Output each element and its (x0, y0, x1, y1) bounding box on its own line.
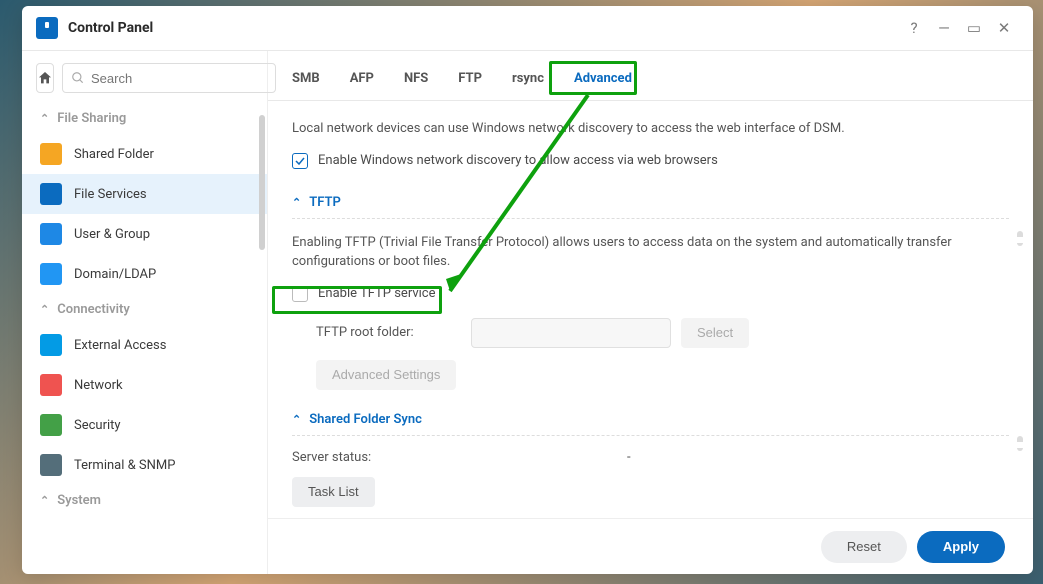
ws-discovery-checkbox-label: Enable Windows network discovery to allo… (318, 153, 718, 168)
sidebar-item-external-access[interactable]: External Access (22, 325, 267, 365)
chevron-icon: ⌃ (40, 303, 49, 316)
search-input[interactable] (91, 71, 267, 86)
ws-discovery-desc: Local network devices can use Windows ne… (292, 119, 1009, 139)
sidebar-section-header[interactable]: ⌃ Connectivity (22, 294, 267, 325)
section-tftp[interactable]: ⌃ TFTP (292, 185, 1009, 219)
home-button[interactable] (36, 63, 54, 93)
reset-button[interactable]: Reset (821, 531, 907, 563)
sidebar-section-header[interactable]: ⌃ System (22, 485, 267, 516)
sidebar-item-security[interactable]: Security (22, 405, 267, 445)
tftp-advanced-settings-button[interactable]: Advanced Settings (316, 360, 456, 390)
domain-ldap-icon (40, 263, 62, 285)
sidebar-item-shared-folder[interactable]: Shared Folder (22, 134, 267, 174)
external-access-icon (40, 334, 62, 356)
window-title: Control Panel (68, 20, 153, 36)
security-icon (40, 414, 62, 436)
tftp-root-input[interactable] (471, 318, 671, 348)
tab-nfs[interactable]: NFS (404, 71, 428, 100)
apply-button[interactable]: Apply (917, 531, 1005, 563)
content-scrollbar-track (1017, 436, 1023, 451)
tftp-select-button[interactable]: Select (681, 318, 749, 348)
network-icon (40, 374, 62, 396)
tftp-root-label: TFTP root folder: (316, 325, 471, 340)
search-box[interactable] (62, 63, 276, 93)
user-group-icon (40, 223, 62, 245)
checkbox-checked-icon (292, 153, 308, 169)
chevron-icon: ⌃ (40, 112, 49, 125)
sidebar-item-domain-ldap[interactable]: Domain/LDAP (22, 254, 267, 294)
minimize-button[interactable]: — (929, 19, 959, 37)
search-icon (71, 71, 85, 85)
ws-discovery-checkbox-row[interactable]: Enable Windows network discovery to allo… (292, 153, 1009, 169)
content-scrollbar-track (1017, 231, 1023, 246)
sidebar-section-label: Connectivity (57, 302, 130, 317)
sidebar-item-label: Security (74, 418, 121, 433)
section-tftp-title: TFTP (309, 195, 341, 210)
content-area: Local network devices can use Windows ne… (268, 101, 1033, 518)
titlebar: Control Panel ? — ▭ ✕ (22, 6, 1033, 51)
tftp-desc: Enabling TFTP (Trivial File Transfer Pro… (292, 233, 1009, 272)
section-sfs-title: Shared Folder Sync (309, 412, 422, 427)
sidebar-item-label: User & Group (74, 227, 150, 242)
maximize-button[interactable]: ▭ (959, 19, 989, 37)
section-shared-folder-sync[interactable]: ⌃ Shared Folder Sync (292, 402, 1009, 436)
file-services-icon (40, 183, 62, 205)
sidebar-section-label: File Sharing (57, 111, 126, 126)
server-status-value: - (627, 450, 631, 465)
sidebar-section-header[interactable]: ⌃ File Sharing (22, 103, 267, 134)
sidebar: ⌃ File Sharing Shared Folder File Services U… (22, 51, 268, 574)
enable-tftp-label: Enable TFTP service (318, 286, 436, 301)
app-icon (36, 17, 58, 39)
sidebar-section-label: System (57, 493, 101, 508)
sidebar-item-label: External Access (74, 338, 166, 353)
main-panel: SMB AFP NFS FTP rsync Advanced Local network … (268, 51, 1033, 574)
sidebar-item-user-group[interactable]: User & Group (22, 214, 267, 254)
terminal-snmp-icon (40, 454, 62, 476)
task-list-button[interactable]: Task List (292, 477, 375, 507)
tab-ftp[interactable]: FTP (458, 71, 482, 100)
sidebar-item-label: Shared Folder (74, 147, 154, 162)
sidebar-item-label: File Services (74, 187, 147, 202)
chevron-up-icon: ⌃ (292, 413, 301, 426)
home-icon (37, 70, 53, 86)
enable-tftp-checkbox-row[interactable]: Enable TFTP service (292, 286, 1009, 302)
chevron-icon: ⌃ (40, 494, 49, 507)
tab-rsync[interactable]: rsync (512, 71, 544, 100)
checkbox-unchecked-icon (292, 286, 308, 302)
help-button[interactable]: ? (899, 19, 929, 37)
sidebar-scrollbar[interactable] (259, 115, 265, 250)
control-panel-window: Control Panel ? — ▭ ✕ ⌃ File Sharing Share… (22, 6, 1033, 574)
sidebar-item-label: Terminal & SNMP (74, 458, 175, 473)
sidebar-item-label: Domain/LDAP (74, 267, 156, 282)
tab-smb[interactable]: SMB (292, 71, 320, 100)
sidebar-item-terminal-snmp[interactable]: Terminal & SNMP (22, 445, 267, 485)
shared-folder-icon (40, 143, 62, 165)
tabs: SMB AFP NFS FTP rsync Advanced (268, 51, 1033, 101)
sidebar-item-label: Network (74, 378, 123, 393)
chevron-up-icon: ⌃ (292, 196, 301, 209)
server-status-label: Server status: (292, 450, 627, 465)
sidebar-item-file-services[interactable]: File Services (22, 174, 267, 214)
tab-advanced[interactable]: Advanced (574, 71, 632, 100)
sidebar-item-network[interactable]: Network (22, 365, 267, 405)
tab-afp[interactable]: AFP (350, 71, 374, 100)
footer: Reset Apply (268, 518, 1033, 574)
close-button[interactable]: ✕ (989, 19, 1019, 37)
